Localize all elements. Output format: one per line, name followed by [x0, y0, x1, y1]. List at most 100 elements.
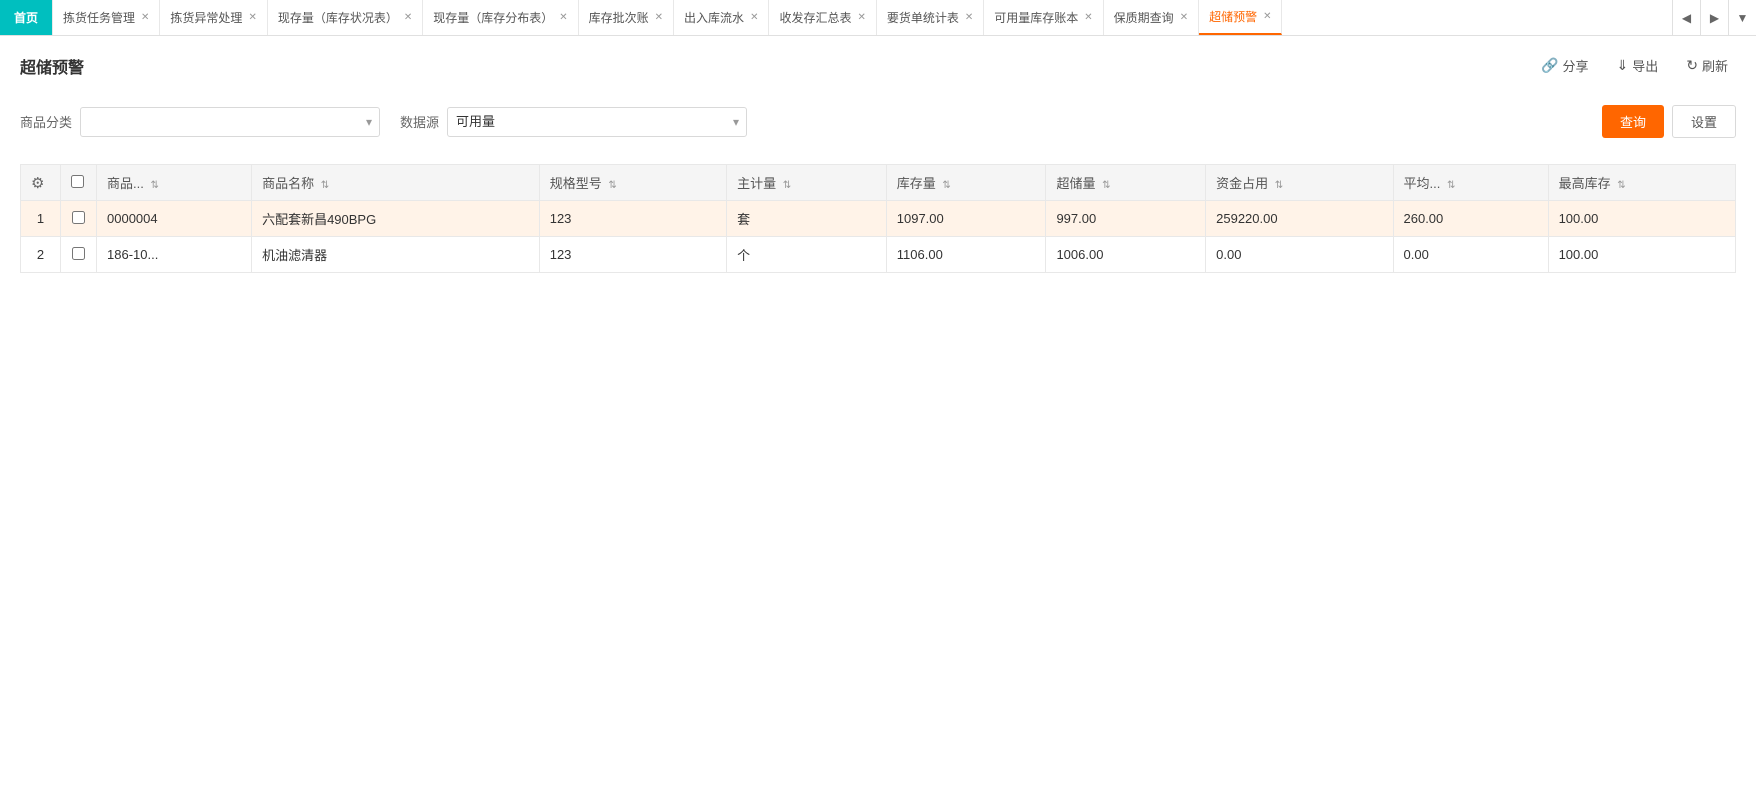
table-gear-icon[interactable]: ⚙ — [31, 175, 44, 192]
tab-close-icon[interactable]: ✕ — [559, 12, 567, 23]
tab-close-icon[interactable]: ✕ — [141, 12, 149, 23]
row-checkbox-1[interactable] — [72, 211, 85, 224]
cell-spec-1: 123 — [539, 201, 726, 237]
share-icon: 🔗 — [1541, 57, 1558, 74]
col-product-code-label: 商品... — [107, 176, 144, 191]
tab-label: 出入库流水 — [684, 9, 744, 26]
tab-label: 现存量（库存状况表） — [278, 9, 398, 26]
cell-product-code-1: 0000004 — [97, 201, 252, 237]
row-num-2: 2 — [21, 237, 61, 273]
tab-close-icon[interactable]: ✕ — [857, 12, 865, 23]
row-checkbox-2[interactable] — [72, 247, 85, 260]
nav-tab-t4[interactable]: 现存量（库存分布表） ✕ — [423, 0, 578, 35]
refresh-button[interactable]: ↻ 刷新 — [1678, 52, 1736, 79]
export-icon: ⇓ — [1617, 57, 1629, 74]
col-product-code-header: 商品... ⇅ — [97, 165, 252, 201]
cell-unit-1: 套 — [727, 201, 887, 237]
row-num-1: 1 — [21, 201, 61, 237]
nav-tab-t11[interactable]: 超储预警 ✕ — [1199, 0, 1282, 35]
nav-arrows: ◀ ▶ ▼ — [1672, 0, 1756, 36]
cell-spec-2: 123 — [539, 237, 726, 273]
col-maxstock-label: 最高库存 — [1559, 176, 1611, 191]
col-avg-label: 平均... — [1404, 176, 1441, 191]
col-overstock-header: 超储量 ⇅ — [1046, 165, 1206, 201]
col-product-name-header: 商品名称 ⇅ — [252, 165, 540, 201]
nav-tab-t1[interactable]: 拣货任务管理 ✕ — [53, 0, 160, 35]
select-all-checkbox[interactable] — [71, 175, 84, 188]
tab-label: 拣货任务管理 — [63, 9, 135, 26]
export-button[interactable]: ⇓ 导出 — [1609, 52, 1667, 79]
share-label: 分享 — [1562, 56, 1588, 75]
share-button[interactable]: 🔗 分享 — [1533, 52, 1596, 79]
col-overstock-label: 超储量 — [1056, 176, 1095, 191]
nav-prev[interactable]: ◀ — [1672, 0, 1700, 36]
nav-tab-t7[interactable]: 收发存汇总表✕ — [769, 0, 876, 35]
col-setting-header: ⚙ — [21, 165, 61, 201]
filter-category-group: 商品分类 ▾ — [20, 107, 380, 137]
filter-bar: 商品分类 ▾ 数据源 可用量 ▾ 查询 设置 — [20, 95, 1736, 148]
filter-category-select[interactable] — [80, 107, 380, 137]
cell-stock-2: 1106.00 — [886, 237, 1046, 273]
nav-bar: 首页 拣货任务管理✕拣货异常处理✕现存量（库存状况表）✕现存量（库存分布表）✕库… — [0, 0, 1756, 36]
query-button[interactable]: 查询 — [1602, 105, 1664, 138]
tab-close-icon[interactable]: ✕ — [404, 12, 412, 23]
col-spec-label: 规格型号 — [550, 176, 602, 191]
nav-tab-t3[interactable]: 现存量（库存状况表） ✕ — [268, 0, 423, 35]
nav-more[interactable]: ▼ — [1728, 0, 1756, 36]
cell-stock-1: 1097.00 — [886, 201, 1046, 237]
tab-label: 可用量库存账本 — [994, 9, 1078, 26]
tab-close-icon[interactable]: ✕ — [965, 12, 973, 23]
nav-next[interactable]: ▶ — [1700, 0, 1728, 36]
tab-close-icon[interactable]: ✕ — [655, 12, 663, 23]
col-stock-header: 库存量 ⇅ — [886, 165, 1046, 201]
sort-product-code-icon[interactable]: ⇅ — [150, 180, 158, 191]
cell-overstock-1: 997.00 — [1046, 201, 1206, 237]
col-capital-label: 资金占用 — [1216, 176, 1268, 191]
nav-tab-t5[interactable]: 库存批次账 ✕ — [579, 0, 674, 35]
tab-close-icon[interactable]: ✕ — [1084, 12, 1092, 23]
settings-button[interactable]: 设置 — [1672, 105, 1736, 138]
sort-product-name-icon[interactable]: ⇅ — [321, 180, 329, 191]
nav-tab-t6[interactable]: 出入库流水 ✕ — [674, 0, 769, 35]
sort-maxstock-icon[interactable]: ⇅ — [1617, 180, 1625, 191]
tab-close-icon[interactable]: ✕ — [1263, 11, 1271, 22]
filter-datasource-select[interactable]: 可用量 — [447, 107, 747, 137]
sort-avg-icon[interactable]: ⇅ — [1447, 180, 1455, 191]
cell-capital-1: 259220.00 — [1206, 201, 1393, 237]
tab-label: 库存批次账 — [589, 9, 649, 26]
tab-close-icon[interactable]: ✕ — [1180, 12, 1188, 23]
col-check-header — [61, 165, 97, 201]
cell-overstock-2: 1006.00 — [1046, 237, 1206, 273]
sort-unit-icon[interactable]: ⇅ — [783, 180, 791, 191]
col-unit-label: 主计量 — [737, 176, 776, 191]
page-header: 超储预警 🔗 分享 ⇓ 导出 ↻ 刷新 — [20, 52, 1736, 79]
sort-stock-icon[interactable]: ⇅ — [942, 180, 950, 191]
table-row: 1 0000004 六配套新昌490BPG 123 套 1097.00 997.… — [21, 201, 1736, 237]
filter-actions: 查询 设置 — [1602, 105, 1736, 138]
nav-tab-t8[interactable]: 要货单统计表✕ — [877, 0, 984, 35]
filter-datasource-wrapper: 可用量 ▾ — [447, 107, 747, 137]
tab-label: 现存量（库存分布表） — [433, 9, 553, 26]
col-capital-header: 资金占用 ⇅ — [1206, 165, 1393, 201]
page-title: 超储预警 — [20, 54, 84, 78]
row-check-2 — [61, 237, 97, 273]
tab-close-icon[interactable]: ✕ — [248, 12, 256, 23]
nav-tab-t9[interactable]: 可用量库存账本 ✕ — [984, 0, 1103, 35]
sort-capital-icon[interactable]: ⇅ — [1275, 180, 1283, 191]
cell-capital-2: 0.00 — [1206, 237, 1393, 273]
nav-tab-t10[interactable]: 保质期查询✕ — [1104, 0, 1199, 35]
sort-overstock-icon[interactable]: ⇅ — [1102, 180, 1110, 191]
cell-avg-2: 0.00 — [1393, 237, 1548, 273]
nav-tab-t2[interactable]: 拣货异常处理✕ — [160, 0, 267, 35]
filter-datasource-label: 数据源 — [400, 112, 439, 131]
col-avg-header: 平均... ⇅ — [1393, 165, 1548, 201]
cell-product-name-2: 机油滤清器 — [252, 237, 540, 273]
cell-product-name-1: 六配套新昌490BPG — [252, 201, 540, 237]
tab-label: 超储预警 — [1209, 8, 1257, 25]
sort-spec-icon[interactable]: ⇅ — [608, 180, 616, 191]
tab-close-icon[interactable]: ✕ — [750, 12, 758, 23]
nav-home[interactable]: 首页 — [0, 0, 53, 35]
data-table: ⚙ 商品... ⇅ 商品名称 ⇅ 规格型号 ⇅ 主计量 — [20, 164, 1736, 273]
row-check-1 — [61, 201, 97, 237]
page-content: 超储预警 🔗 分享 ⇓ 导出 ↻ 刷新 商品分类 ▾ — [0, 36, 1756, 800]
